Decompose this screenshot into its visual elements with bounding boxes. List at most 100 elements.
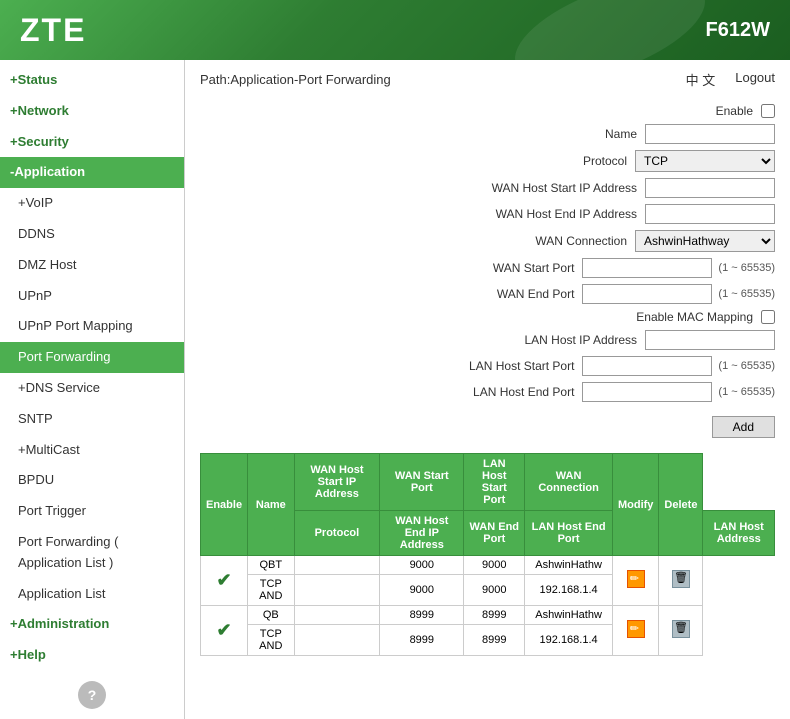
row1-protocol: TCP AND [248, 575, 294, 606]
sidebar-item-port-forwarding[interactable]: Port Forwarding [0, 342, 184, 373]
row1-delete-button[interactable] [671, 569, 691, 592]
checkmark-icon: ✔ [216, 620, 231, 640]
sidebar-item-bpdu[interactable]: BPDU [0, 465, 184, 496]
sidebar-item-port-forwarding-app-list[interactable]: Port Forwarding ( Application List ) [0, 527, 184, 579]
lan-host-end-label: LAN Host End Port [394, 385, 574, 399]
lan-host-ip-input[interactable] [645, 330, 775, 350]
wan-start-port-row: WAN Start Port (1 ~ 65535) [200, 258, 775, 278]
row1-wan-connection: AshwinHathw [525, 556, 613, 575]
add-button[interactable]: Add [712, 416, 775, 438]
protocol-select[interactable]: TCP UDP TCP AND UDP [635, 150, 775, 172]
th-wan-start-port: WAN Start Port [380, 454, 464, 511]
sidebar-item-dns-service[interactable]: +DNS Service [0, 373, 184, 404]
row2-enable: ✔ [201, 606, 248, 656]
wan-end-port-input[interactable] [582, 284, 712, 304]
sidebar: +Status +Network +Security -Application … [0, 60, 185, 719]
sidebar-item-dmz-host[interactable]: DMZ Host [0, 250, 184, 281]
lan-host-start-row: LAN Host Start Port (1 ~ 65535) [200, 356, 775, 376]
row2-delete-button[interactable] [671, 619, 691, 642]
lan-host-start-label: LAN Host Start Port [394, 359, 574, 373]
sidebar-item-upnp-port-mapping[interactable]: UPnP Port Mapping [0, 311, 184, 342]
logout-link[interactable]: Logout [735, 70, 775, 89]
lan-host-start-input[interactable] [582, 356, 712, 376]
wan-host-start-input[interactable] [645, 178, 775, 198]
row1-lan-host-start-port: 9000 [464, 556, 525, 575]
port-forwarding-form: Enable Name Protocol TCP UDP TCP AND UDP… [200, 104, 775, 438]
row2-modify[interactable] [612, 606, 658, 656]
wan-host-end-row: WAN Host End IP Address [200, 204, 775, 224]
enable-mac-label: Enable MAC Mapping [573, 310, 753, 324]
wan-connection-select[interactable]: AshwinHathway [635, 230, 775, 252]
help-icon[interactable]: ? [78, 681, 106, 709]
sidebar-item-ddns[interactable]: DDNS [0, 219, 184, 250]
port-forwarding-table-container: Enable Name WAN Host Start IP Address WA… [200, 453, 775, 656]
edit-icon [627, 570, 645, 588]
header-logo: ZTE [20, 12, 86, 49]
sidebar-item-security[interactable]: +Security [0, 127, 184, 158]
wan-connection-row: WAN Connection AshwinHathway [200, 230, 775, 252]
row1-lan-host-end-port: 9000 [464, 575, 525, 606]
sidebar-item-voip[interactable]: +VoIP [0, 188, 184, 219]
sidebar-item-sntp[interactable]: SNTP [0, 404, 184, 435]
enable-checkbox[interactable] [761, 104, 775, 118]
row1-wan-end-port: 9000 [380, 575, 464, 606]
breadcrumb-links: 中 文 Logout [686, 70, 775, 89]
row2-wan-host-start-ip [294, 606, 380, 625]
wan-connection-label: WAN Connection [447, 234, 627, 248]
lan-host-end-input[interactable] [582, 382, 712, 402]
sidebar-item-application-list[interactable]: Application List [0, 579, 184, 610]
wan-end-port-row: WAN End Port (1 ~ 65535) [200, 284, 775, 304]
row2-edit-button[interactable] [626, 619, 646, 642]
breadcrumb: Path:Application-Port Forwarding 中 文 Log… [200, 70, 775, 89]
lan-host-end-row: LAN Host End Port (1 ~ 65535) [200, 382, 775, 402]
th-enable: Enable [201, 454, 248, 556]
wan-start-port-label: WAN Start Port [394, 261, 574, 275]
lan-host-ip-label: LAN Host IP Address [457, 333, 637, 347]
row1-delete[interactable] [659, 556, 703, 606]
th-wan-host-start: WAN Host Start IP Address [294, 454, 380, 511]
name-label: Name [457, 127, 637, 141]
row2-protocol: TCP AND [248, 625, 294, 656]
protocol-row: Protocol TCP UDP TCP AND UDP [200, 150, 775, 172]
sidebar-item-administration[interactable]: +Administration [0, 609, 184, 640]
row1-wan-host-end-ip [294, 575, 380, 606]
row2-wan-host-end-ip [294, 625, 380, 656]
header: ZTE F612W [0, 0, 790, 60]
table-header-row: Enable Name WAN Host Start IP Address WA… [201, 454, 775, 511]
wan-end-port-hint: (1 ~ 65535) [718, 288, 775, 300]
enable-label: Enable [573, 104, 753, 118]
wan-host-end-label: WAN Host End IP Address [457, 207, 637, 221]
row1-edit-button[interactable] [626, 569, 646, 592]
sidebar-item-network[interactable]: +Network [0, 96, 184, 127]
lang-link[interactable]: 中 文 [686, 70, 716, 89]
row1-lan-host-address: 192.168.1.4 [525, 575, 613, 606]
sidebar-item-multicast[interactable]: +MultiCast [0, 435, 184, 466]
th-wan-end-port: WAN End Port [464, 511, 525, 556]
sidebar-item-help[interactable]: +Help [0, 640, 184, 671]
sidebar-item-status[interactable]: +Status [0, 65, 184, 96]
row2-lan-host-end-port: 8999 [464, 625, 525, 656]
wan-start-port-hint: (1 ~ 65535) [718, 262, 775, 274]
sidebar-item-application[interactable]: -Application [0, 157, 184, 188]
main-content: Path:Application-Port Forwarding 中 文 Log… [185, 60, 790, 719]
row1-modify[interactable] [612, 556, 658, 606]
wan-host-end-input[interactable] [645, 204, 775, 224]
sidebar-item-upnp[interactable]: UPnP [0, 281, 184, 312]
delete-icon [672, 570, 690, 588]
th-wan-connection: WAN Connection [525, 454, 613, 511]
th-modify: Modify [612, 454, 658, 556]
table-row: ✔ QB 8999 8999 AshwinHathw [201, 606, 775, 625]
wan-start-port-input[interactable] [582, 258, 712, 278]
layout: +Status +Network +Security -Application … [0, 60, 790, 719]
row2-wan-connection: AshwinHathw [525, 606, 613, 625]
header-model: F612W [706, 19, 770, 42]
sidebar-item-port-trigger[interactable]: Port Trigger [0, 496, 184, 527]
row2-delete[interactable] [659, 606, 703, 656]
name-input[interactable] [645, 124, 775, 144]
row2-name: QB [248, 606, 294, 625]
th-lan-host-start: LAN Host Start Port [464, 454, 525, 511]
table-row: ✔ QBT 9000 9000 AshwinHathw [201, 556, 775, 575]
row1-wan-start-port: 9000 [380, 556, 464, 575]
enable-mac-checkbox[interactable] [761, 310, 775, 324]
lan-host-start-hint: (1 ~ 65535) [718, 360, 775, 372]
